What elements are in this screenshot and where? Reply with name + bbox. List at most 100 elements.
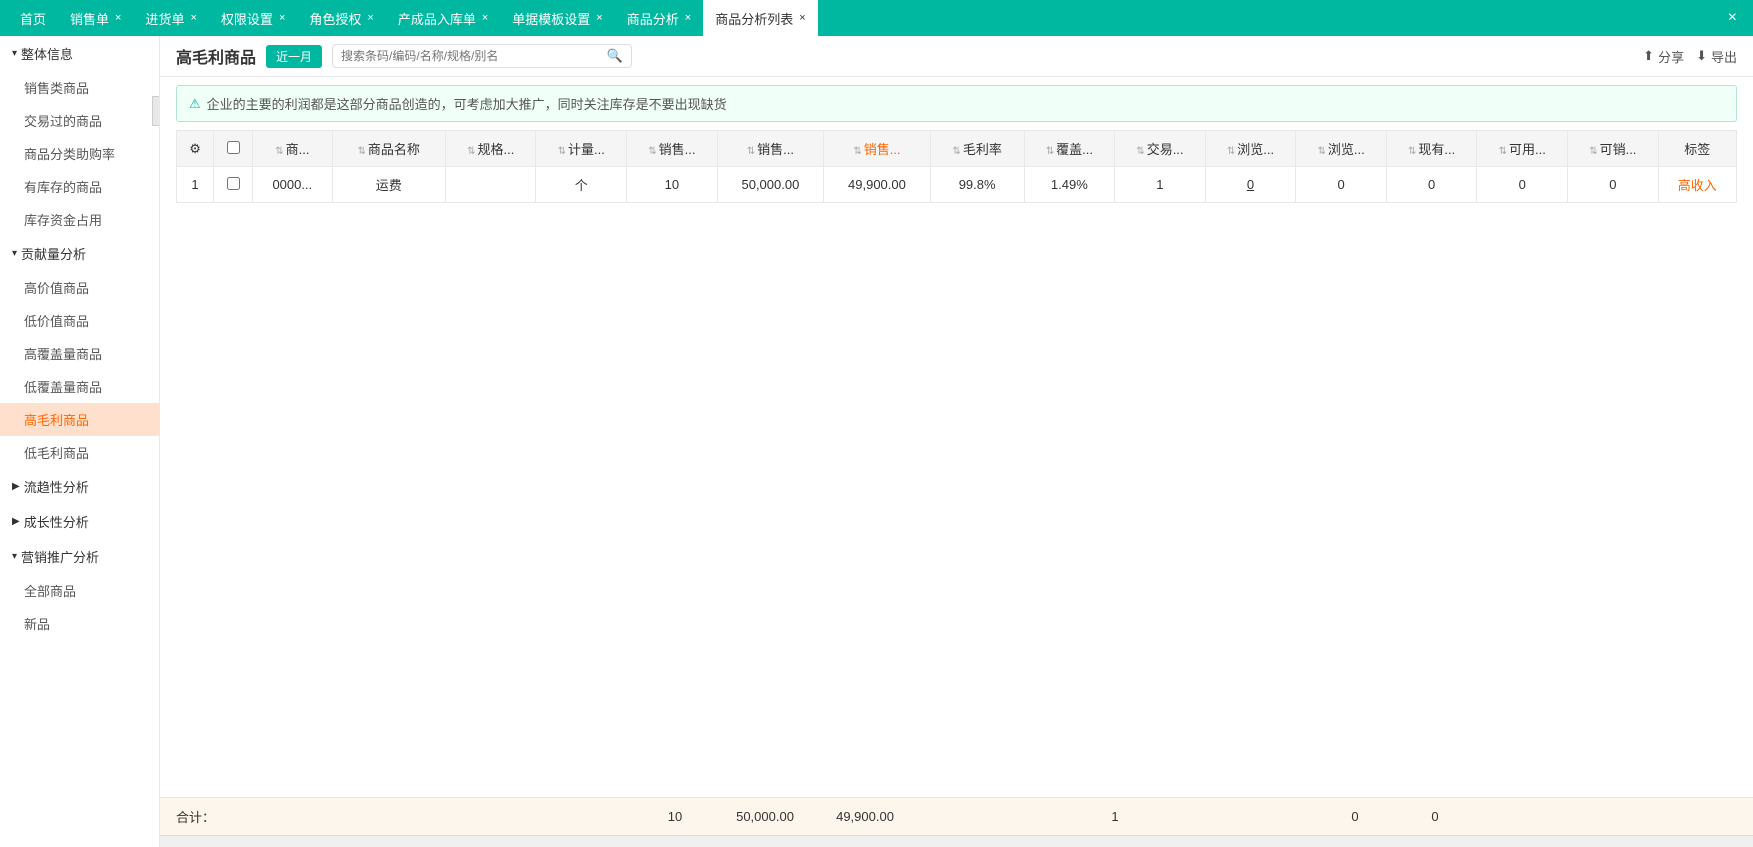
- row-name: 运费: [332, 167, 445, 203]
- col-available[interactable]: ⇅可用...: [1477, 131, 1568, 167]
- col-sales-qty[interactable]: ⇅销售...: [627, 131, 718, 167]
- row-code: 0000...: [253, 167, 332, 203]
- content-area: 高毛利商品 近一月 🔍 ⬆ 分享 ⬇ 导出 ⚠ 企业的主要的利润都是这部分商品创…: [160, 36, 1753, 847]
- top-nav: 首页 销售单 × 进货单 × 权限设置 × 角色授权 × 产成品入库单 × 单据…: [0, 0, 1753, 36]
- col-spec[interactable]: ⇅规格...: [445, 131, 536, 167]
- close-role-auth-icon[interactable]: ×: [367, 12, 373, 24]
- row-gross-margin: 99.8%: [930, 167, 1024, 203]
- search-input[interactable]: [341, 49, 607, 63]
- row-browse1[interactable]: 0: [1205, 167, 1296, 203]
- row-current-stock: 0: [1386, 167, 1477, 203]
- sidebar-item-high-margin[interactable]: 高毛利商品: [0, 403, 159, 436]
- table-row: 1 0000... 运费 个 10 50,000.00 49,900.00 99…: [177, 167, 1737, 203]
- close-sales-order-icon[interactable]: ×: [115, 12, 121, 24]
- sidebar-item-sales-goods[interactable]: 销售类商品: [0, 71, 159, 104]
- sidebar-item-stock-capital[interactable]: 库存资金占用: [0, 203, 159, 236]
- close-window-button[interactable]: ×: [1720, 9, 1745, 27]
- collapse-icon: 《: [153, 102, 160, 121]
- nav-product-inbound[interactable]: 产成品入库单 ×: [386, 0, 500, 36]
- col-code[interactable]: ⇅商...: [253, 131, 332, 167]
- row-coverage: 1.49%: [1024, 167, 1115, 203]
- sidebar-section-growth[interactable]: ▶ 成长性分析: [0, 504, 159, 539]
- col-transaction[interactable]: ⇅交易...: [1115, 131, 1206, 167]
- sidebar-section-overall-items: 销售类商品 交易过的商品 商品分类助购率 有库存的商品 库存资金占用: [0, 71, 159, 236]
- nav-product-analysis[interactable]: 商品分析 ×: [615, 0, 703, 36]
- arrow-trend-icon: ▶: [12, 481, 20, 492]
- table-header-row: ⚙ ⇅商... ⇅商品名称 ⇅规格... ⇅计量... ⇅销售... ⇅销售..…: [177, 131, 1737, 167]
- sidebar-item-all-goods[interactable]: 全部商品: [0, 574, 159, 607]
- row-sellable: 0: [1568, 167, 1659, 203]
- close-permission-icon[interactable]: ×: [279, 12, 285, 24]
- sidebar-item-high-coverage[interactable]: 高覆盖量商品: [0, 337, 159, 370]
- row-select-checkbox[interactable]: [227, 177, 240, 190]
- row-checkbox[interactable]: [214, 167, 253, 203]
- row-transaction: 1: [1115, 167, 1206, 203]
- col-coverage[interactable]: ⇅覆盖...: [1024, 131, 1115, 167]
- close-product-analysis-icon[interactable]: ×: [685, 12, 691, 24]
- time-filter-button[interactable]: 近一月: [266, 45, 322, 68]
- nav-product-analysis-list[interactable]: 商品分析列表 ×: [703, 0, 817, 36]
- sidebar-item-low-value[interactable]: 低价值商品: [0, 304, 159, 337]
- sidebar-collapse-button[interactable]: 《: [152, 96, 160, 126]
- sidebar-item-in-stock[interactable]: 有库存的商品: [0, 170, 159, 203]
- close-template-icon[interactable]: ×: [596, 12, 602, 24]
- select-all-checkbox[interactable]: [227, 141, 240, 154]
- sidebar-section-marketing[interactable]: ▾ 营销推广分析: [0, 539, 159, 574]
- row-spec: [445, 167, 536, 203]
- sidebar-item-low-coverage[interactable]: 低覆盖量商品: [0, 370, 159, 403]
- sidebar-item-category-rate[interactable]: 商品分类助购率: [0, 137, 159, 170]
- arrow-overall-icon: ▾: [12, 48, 17, 59]
- page-title: 高毛利商品: [176, 44, 256, 68]
- col-unit[interactable]: ⇅计量...: [536, 131, 627, 167]
- sidebar-item-low-margin[interactable]: 低毛利商品: [0, 436, 159, 469]
- col-sales-amount[interactable]: ⇅销售...: [717, 131, 824, 167]
- sidebar-item-high-value[interactable]: 高价值商品: [0, 271, 159, 304]
- sidebar-section-trend[interactable]: ▶ 流趋性分析: [0, 469, 159, 504]
- info-banner: ⚠ 企业的主要的利润都是这部分商品创造的，可考虑加大推广，同时关注库存是不要出现…: [176, 85, 1737, 122]
- bottom-scrollbar[interactable]: [160, 835, 1753, 847]
- col-gross-margin[interactable]: ⇅毛利率: [930, 131, 1024, 167]
- col-name[interactable]: ⇅商品名称: [332, 131, 445, 167]
- col-sellable[interactable]: ⇅可销...: [1568, 131, 1659, 167]
- table-body: 1 0000... 运费 个 10 50,000.00 49,900.00 99…: [177, 167, 1737, 203]
- sidebar: ▾ 整体信息 销售类商品 交易过的商品 商品分类助购率 有库存的商品 库存资金占…: [0, 36, 160, 847]
- close-product-inbound-icon[interactable]: ×: [482, 12, 488, 24]
- close-product-analysis-list-icon[interactable]: ×: [799, 12, 805, 24]
- nav-purchase-order[interactable]: 进货单 ×: [133, 0, 208, 36]
- export-icon: ⬇: [1696, 48, 1707, 64]
- col-sales-cost[interactable]: ⇅销售...: [824, 131, 931, 167]
- footer-cells: 10 50,000.00 49,900.00 1 0 0: [235, 809, 1737, 824]
- col-checkbox: [214, 131, 253, 167]
- sidebar-section-contribution-items: 高价值商品 低价值商品 高覆盖量商品 低覆盖量商品 高毛利商品 低毛利商品: [0, 271, 159, 469]
- col-browse1[interactable]: ⇅浏览...: [1205, 131, 1296, 167]
- col-settings[interactable]: ⚙: [177, 131, 214, 167]
- footer-transaction: 1: [1075, 809, 1155, 824]
- nav-template-setting[interactable]: 单据模板设置 ×: [500, 0, 614, 36]
- row-index: 1: [177, 167, 214, 203]
- share-button[interactable]: ⬆ 分享: [1643, 47, 1684, 66]
- export-button[interactable]: ⬇ 导出: [1696, 47, 1737, 66]
- table-wrapper: ⚙ ⇅商... ⇅商品名称 ⇅规格... ⇅计量... ⇅销售... ⇅销售..…: [160, 130, 1753, 797]
- nav-home[interactable]: 首页: [8, 0, 58, 36]
- main-layout: ▾ 整体信息 销售类商品 交易过的商品 商品分类助购率 有库存的商品 库存资金占…: [0, 36, 1753, 847]
- search-icon[interactable]: 🔍: [607, 48, 623, 64]
- row-available: 0: [1477, 167, 1568, 203]
- footer-current-stock: 0: [1315, 809, 1395, 824]
- close-purchase-order-icon[interactable]: ×: [190, 12, 196, 24]
- sidebar-section-overall[interactable]: ▾ 整体信息: [0, 36, 159, 71]
- nav-sales-order[interactable]: 销售单 ×: [58, 0, 133, 36]
- sidebar-item-traded-goods[interactable]: 交易过的商品: [0, 104, 159, 137]
- col-current-stock[interactable]: ⇅现有...: [1386, 131, 1477, 167]
- arrow-growth-icon: ▶: [12, 516, 20, 527]
- sidebar-section-marketing-items: 全部商品 新品: [0, 574, 159, 640]
- sidebar-section-contribution[interactable]: ▾ 贡献量分析: [0, 236, 159, 271]
- row-sales-amount: 50,000.00: [717, 167, 824, 203]
- col-browse2[interactable]: ⇅浏览...: [1296, 131, 1387, 167]
- nav-permission-setting[interactable]: 权限设置 ×: [209, 0, 297, 36]
- row-unit: 个: [536, 167, 627, 203]
- nav-role-auth[interactable]: 角色授权 ×: [297, 0, 385, 36]
- search-box: 🔍: [332, 44, 632, 68]
- header-actions: ⬆ 分享 ⬇ 导出: [1643, 47, 1737, 66]
- sidebar-item-new-goods[interactable]: 新品: [0, 607, 159, 640]
- info-icon: ⚠: [189, 96, 201, 112]
